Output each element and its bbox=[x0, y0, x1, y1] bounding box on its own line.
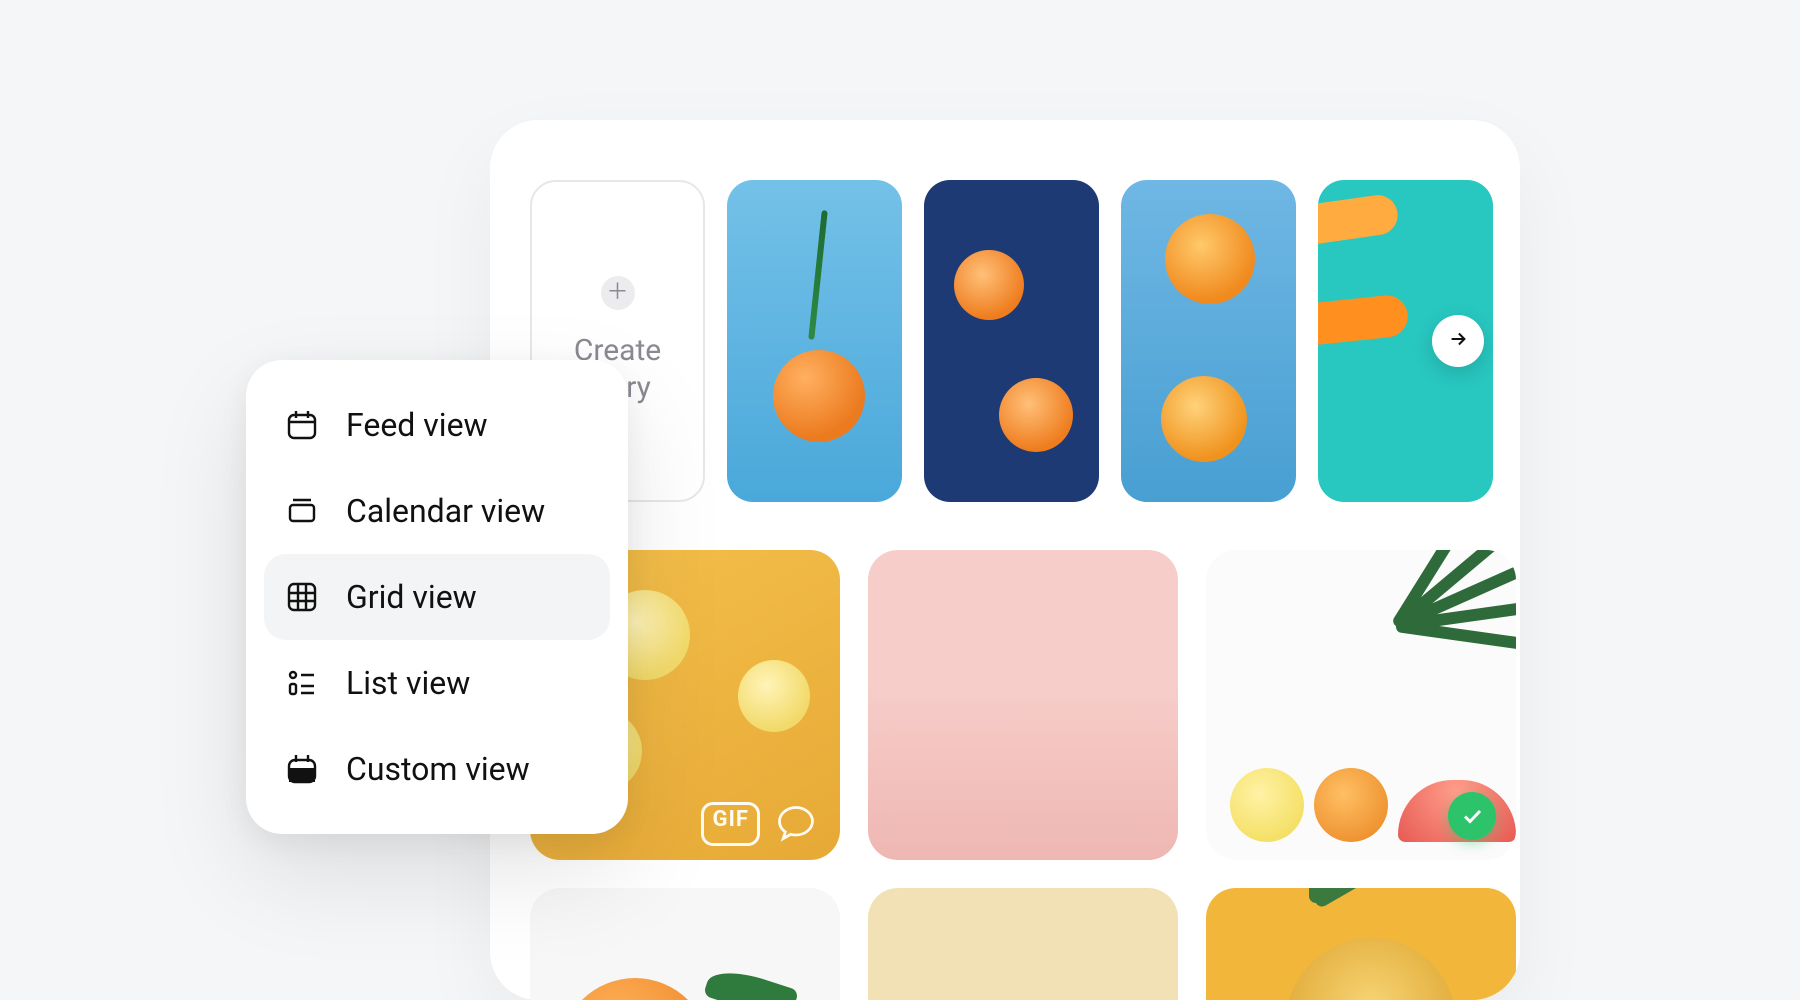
grid-tile[interactable] bbox=[868, 550, 1178, 860]
view-option-label: Custom view bbox=[346, 750, 530, 788]
view-option-label: Calendar view bbox=[346, 492, 545, 530]
story-thumbnail[interactable] bbox=[727, 180, 902, 502]
grid-tile[interactable] bbox=[868, 888, 1178, 1000]
gif-badge-icon: GIF bbox=[701, 802, 760, 846]
view-switcher-menu: Feed view Calendar view Grid view List v… bbox=[246, 360, 628, 834]
list-icon bbox=[284, 665, 320, 701]
story-row: ＋ Create story bbox=[530, 180, 1480, 502]
view-option-grid[interactable]: Grid view bbox=[264, 554, 610, 640]
view-option-calendar[interactable]: Calendar view bbox=[264, 468, 610, 554]
grid-icon bbox=[284, 579, 320, 615]
grid-tile[interactable] bbox=[1206, 550, 1516, 860]
story-next-button[interactable] bbox=[1432, 315, 1484, 367]
grid-row bbox=[530, 888, 1480, 1000]
arrow-right-icon bbox=[1447, 328, 1469, 354]
selected-check-icon bbox=[1448, 792, 1496, 840]
view-option-feed[interactable]: Feed view bbox=[264, 382, 610, 468]
view-option-label: Feed view bbox=[346, 406, 488, 444]
view-option-label: Grid view bbox=[346, 578, 477, 616]
comment-icon bbox=[774, 802, 818, 846]
view-option-list[interactable]: List view bbox=[264, 640, 610, 726]
calendar-day-icon bbox=[284, 407, 320, 443]
grid-tile[interactable] bbox=[1206, 888, 1516, 1000]
story-thumbnail[interactable] bbox=[1121, 180, 1296, 502]
grid-tile[interactable] bbox=[530, 888, 840, 1000]
view-option-custom[interactable]: Custom view bbox=[264, 726, 610, 812]
grid-row: GIF bbox=[530, 550, 1480, 860]
plus-icon: ＋ bbox=[601, 276, 635, 310]
calendar-stack-icon bbox=[284, 493, 320, 529]
content-panel: ＋ Create story GIF bbox=[490, 120, 1520, 1000]
calendar-solid-icon bbox=[284, 751, 320, 787]
view-option-label: List view bbox=[346, 664, 470, 702]
story-thumbnail[interactable] bbox=[924, 180, 1099, 502]
